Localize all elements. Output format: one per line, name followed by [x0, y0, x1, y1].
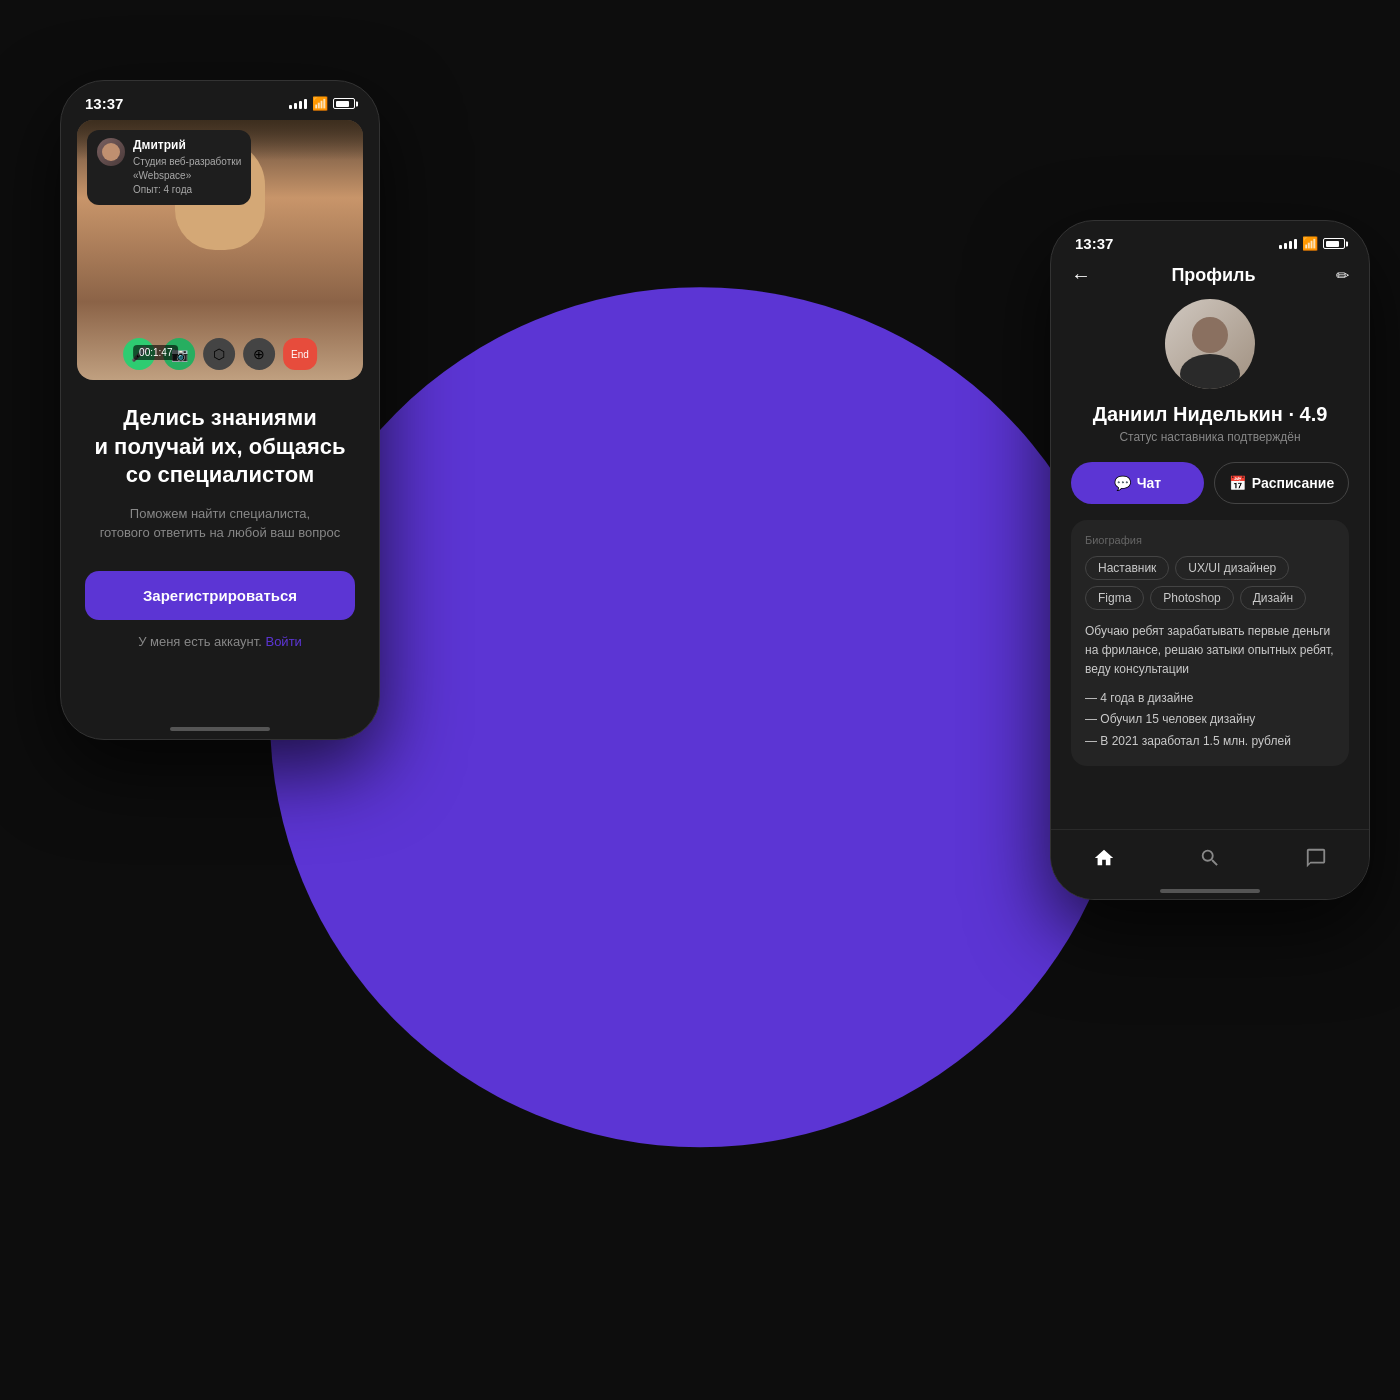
- left-phone-content: Делись знаниями и получай их, общаясь со…: [61, 380, 379, 669]
- home-indicator-right: [1160, 889, 1260, 893]
- chat-icon: 💬: [1114, 475, 1131, 491]
- wifi-icon-right: 📶: [1302, 236, 1318, 251]
- profile-content: Даниил Ниделькин · 4.9 Статус наставника…: [1051, 299, 1369, 766]
- login-text: У меня есть аккаунт. Войти: [85, 634, 355, 649]
- time-left: 13:37: [85, 95, 123, 112]
- profile-title: Профиль: [1171, 265, 1255, 286]
- bio-list-item: — 4 года в дизайне: [1085, 688, 1335, 710]
- bio-tag: Figma: [1085, 586, 1144, 610]
- caller-card: Дмитрий Студия веб-разработки «Webspace»…: [87, 130, 251, 205]
- end-call-button[interactable]: End: [283, 338, 317, 370]
- edit-button[interactable]: ✏: [1336, 266, 1349, 285]
- caller-avatar: [97, 138, 125, 166]
- signal-icon-right: [1279, 239, 1297, 249]
- tags-container: НаставникUX/UI дизайнер FigmaPhotoshop Диз…: [1085, 556, 1335, 610]
- subtitle: Поможем найти специалиста, готового отве…: [85, 504, 355, 543]
- caller-details: Студия веб-разработки «Webspace» Опыт: 4…: [133, 155, 241, 197]
- call-controls: 00:1:47 🎤 📷 ⬡ ⊕ End: [123, 338, 317, 370]
- time-right: 13:37: [1075, 235, 1113, 252]
- bio-list-item: — Обучил 15 человек дизайну: [1085, 709, 1335, 731]
- more-button[interactable]: ⊕: [243, 338, 275, 370]
- bio-list-item: — В 2021 заработал 1.5 млн. рублей: [1085, 731, 1335, 753]
- nav-home[interactable]: [1093, 847, 1115, 869]
- status-icons-left: 📶: [289, 96, 355, 111]
- battery-icon-right: [1323, 238, 1345, 249]
- share-button[interactable]: ⬡: [203, 338, 235, 370]
- profile-avatar: [1165, 299, 1255, 389]
- profile-nav-bar: ← Профиль ✏: [1051, 260, 1369, 299]
- status-bar-right: 13:37 📶: [1051, 221, 1369, 260]
- video-call-area: Дмитрий Студия веб-разработки «Webspace»…: [77, 120, 363, 380]
- main-title: Делись знаниями и получай их, общаясь со…: [85, 404, 355, 490]
- login-link[interactable]: Войти: [265, 634, 301, 649]
- home-indicator-left: [170, 727, 270, 731]
- bio-card: Биография НаставникUX/UI дизайнер FigmaPh…: [1071, 520, 1349, 766]
- nav-search[interactable]: [1199, 847, 1221, 869]
- bio-label: Биография: [1085, 534, 1335, 546]
- bio-text: Обучаю ребят зарабатывать первые деньги …: [1085, 622, 1335, 680]
- battery-icon: [333, 98, 355, 109]
- status-bar-left: 13:37 📶: [61, 81, 379, 120]
- nav-messages[interactable]: [1305, 847, 1327, 869]
- phone-right: 13:37 📶 ← Профиль ✏ Даниил Ниделькин · 4…: [1050, 220, 1370, 900]
- back-button[interactable]: ←: [1071, 264, 1091, 287]
- background-blob: [270, 287, 1130, 1147]
- bio-tag: UX/UI дизайнер: [1175, 556, 1289, 580]
- messages-icon: [1305, 847, 1327, 869]
- profile-name: Даниил Ниделькин · 4.9: [1071, 403, 1349, 426]
- chat-button[interactable]: 💬 Чат: [1071, 462, 1204, 504]
- calendar-icon: 📅: [1229, 475, 1246, 491]
- search-icon: [1199, 847, 1221, 869]
- schedule-button[interactable]: 📅 Расписание: [1214, 462, 1349, 504]
- call-timer: 00:1:47: [133, 345, 178, 360]
- action-buttons: 💬 Чат 📅 Расписание: [1071, 462, 1349, 504]
- bio-tag: Photoshop: [1150, 586, 1233, 610]
- bio-list: — 4 года в дизайне— Обучил 15 человек ди…: [1085, 688, 1335, 753]
- register-button[interactable]: Зарегистрироваться: [85, 571, 355, 620]
- bottom-nav: [1051, 829, 1369, 899]
- bio-tag: Наставник: [1085, 556, 1169, 580]
- bio-tag: Дизайн: [1240, 586, 1306, 610]
- profile-status: Статус наставника подтверждён: [1071, 430, 1349, 444]
- home-icon: [1093, 847, 1115, 869]
- caller-info: Дмитрий Студия веб-разработки «Webspace»…: [133, 138, 241, 197]
- signal-icon: [289, 99, 307, 109]
- caller-name: Дмитрий: [133, 138, 241, 152]
- status-icons-right: 📶: [1279, 236, 1345, 251]
- wifi-icon: 📶: [312, 96, 328, 111]
- phone-left: 13:37 📶 Дмитрий Студия веб-разработки «W…: [60, 80, 380, 740]
